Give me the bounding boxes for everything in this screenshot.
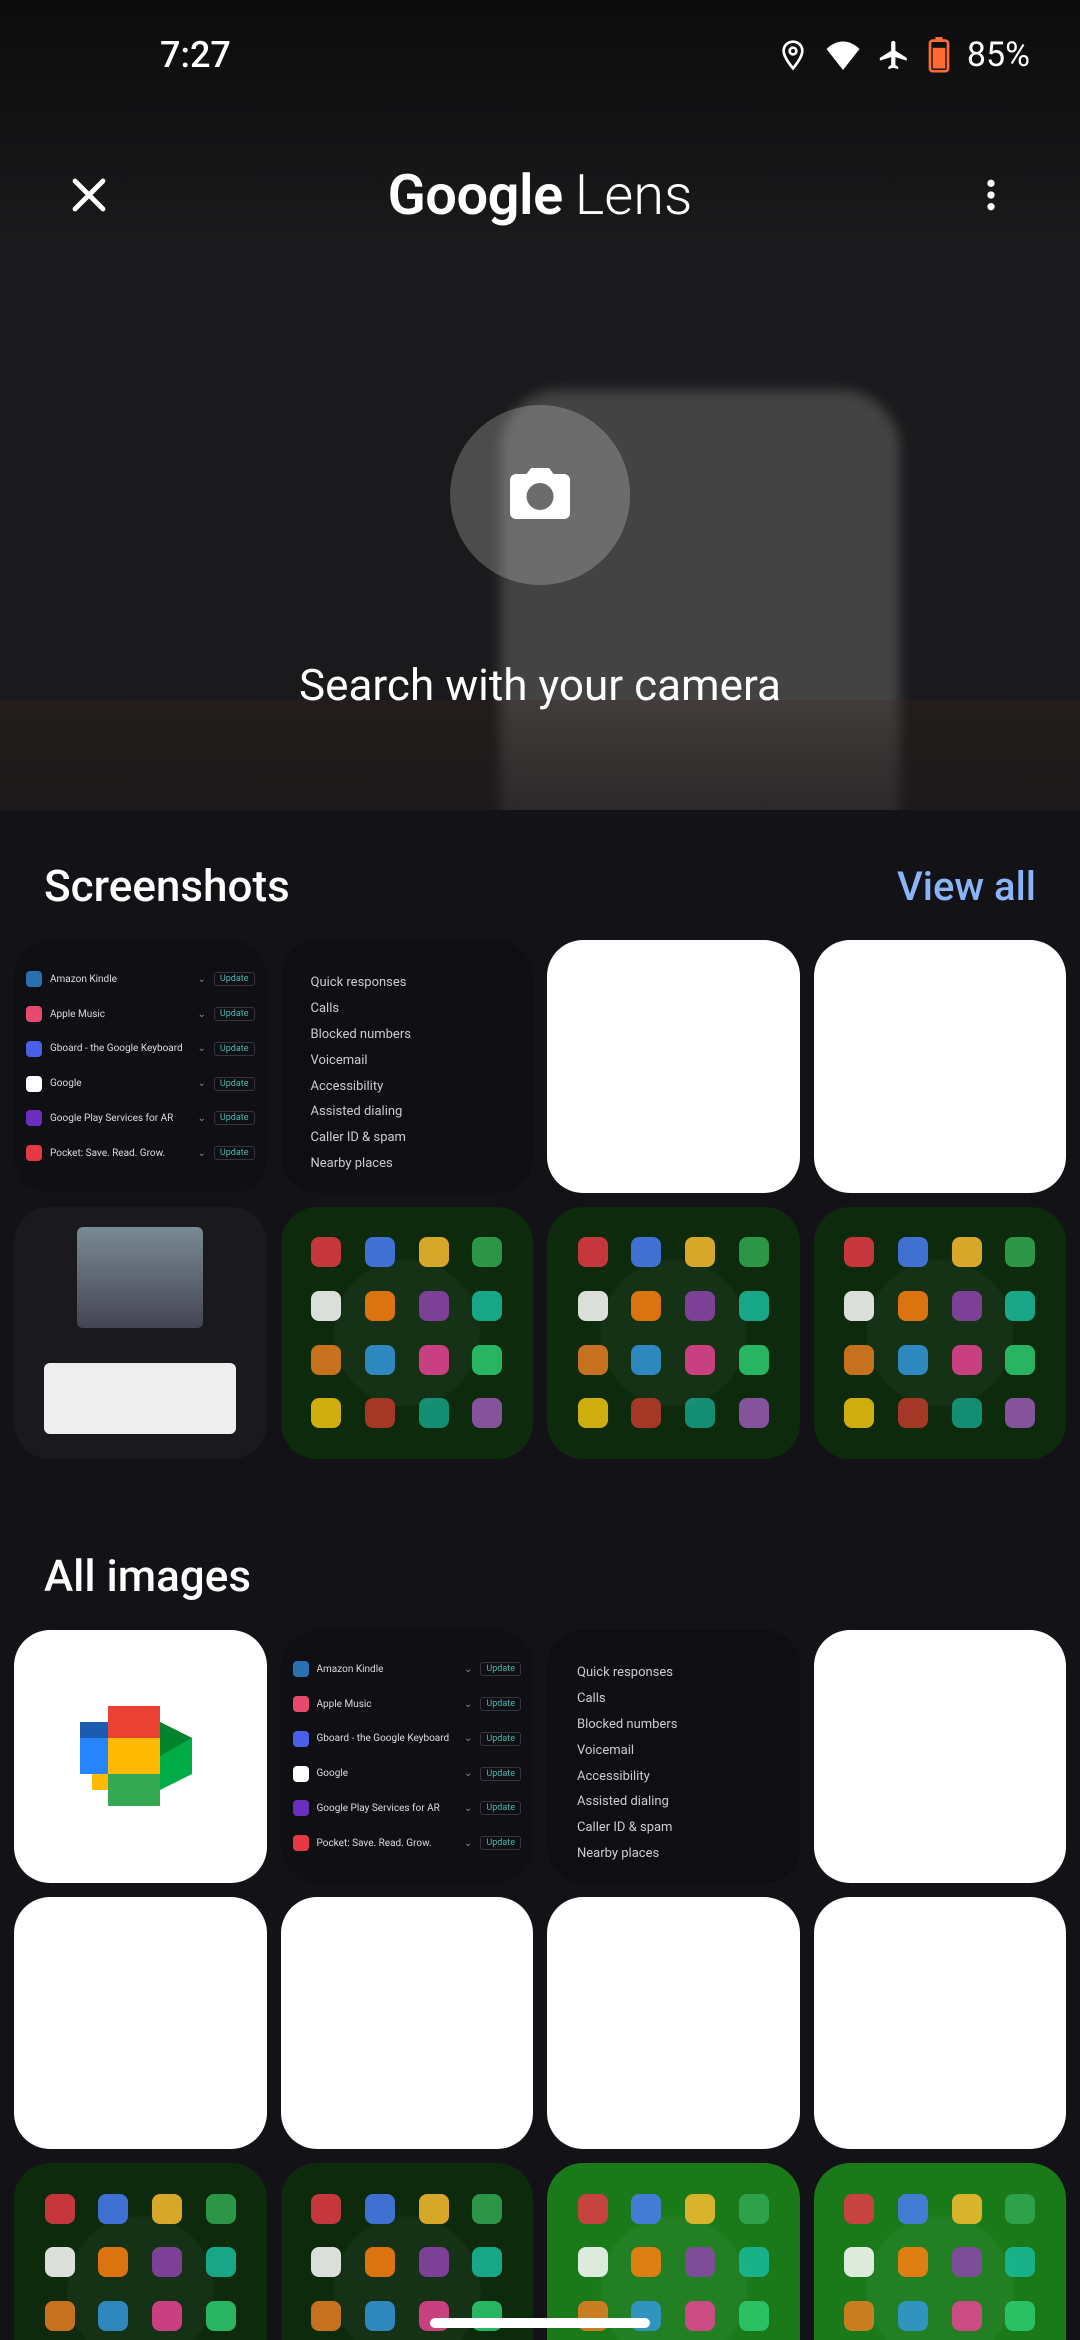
image-thumb[interactable] bbox=[14, 1630, 267, 1883]
battery-percent: 85% bbox=[967, 35, 1030, 75]
status-icons: 85% bbox=[777, 35, 1030, 75]
google-meet-icon bbox=[80, 1706, 200, 1806]
view-all-screenshots[interactable]: View all bbox=[897, 863, 1036, 910]
screenshot-thumb[interactable]: Amazon Kindle⌄UpdateApple Music⌄UpdateGb… bbox=[14, 940, 267, 1193]
status-time: 7:27 bbox=[60, 34, 231, 76]
close-button[interactable] bbox=[53, 159, 125, 231]
status-bar: 7:27 85% bbox=[0, 0, 1080, 110]
overflow-menu-button[interactable] bbox=[955, 159, 1027, 231]
section-title-screenshots: Screenshots bbox=[44, 860, 290, 912]
battery-icon bbox=[927, 37, 951, 73]
location-icon bbox=[777, 39, 809, 71]
image-thumb[interactable] bbox=[14, 1897, 267, 2150]
app-bar: Google Lens bbox=[0, 130, 1080, 260]
airplane-icon bbox=[877, 38, 911, 72]
camera-caption: Search with your camera bbox=[299, 659, 781, 711]
image-thumb[interactable]: Amazon Kindle⌄UpdateApple Music⌄UpdateGb… bbox=[281, 1630, 534, 1883]
more-vert-icon bbox=[971, 175, 1011, 215]
image-thumb[interactable] bbox=[547, 1897, 800, 2150]
section-all-images: All images Amazon Kindle⌄UpdateApple Mus… bbox=[0, 1520, 1080, 2340]
section-screenshots: Screenshots View all Amazon Kindle⌄Updat… bbox=[0, 830, 1080, 1459]
screenshot-thumb[interactable] bbox=[547, 940, 800, 1193]
image-thumb[interactable] bbox=[814, 1630, 1067, 1883]
app-title-google: Google bbox=[388, 162, 563, 228]
screenshot-thumb[interactable]: Quick responsesCallsBlocked numbersVoice… bbox=[281, 940, 534, 1193]
section-title-all: All images bbox=[44, 1550, 251, 1602]
image-thumb[interactable] bbox=[547, 2163, 800, 2340]
image-thumb[interactable] bbox=[14, 2163, 267, 2340]
image-thumb[interactable] bbox=[281, 1897, 534, 2150]
image-thumb[interactable] bbox=[814, 1897, 1067, 2150]
screenshot-thumb[interactable] bbox=[547, 1207, 800, 1460]
screenshot-thumb[interactable] bbox=[281, 1207, 534, 1460]
app-title: Google Lens bbox=[388, 162, 693, 228]
app-title-lens: Lens bbox=[575, 162, 693, 228]
image-thumb[interactable] bbox=[281, 2163, 534, 2340]
camera-icon bbox=[504, 459, 576, 531]
open-camera-button[interactable] bbox=[450, 405, 630, 585]
close-icon bbox=[65, 171, 113, 219]
screenshot-thumb[interactable] bbox=[814, 1207, 1067, 1460]
image-thumb[interactable]: Quick responsesCallsBlocked numbersVoice… bbox=[547, 1630, 800, 1883]
screenshot-thumb[interactable] bbox=[814, 940, 1067, 1193]
nav-handle[interactable] bbox=[430, 2318, 650, 2328]
screenshot-thumb[interactable] bbox=[14, 1207, 267, 1460]
wifi-icon bbox=[825, 40, 861, 70]
camera-action-area: Search with your camera bbox=[299, 405, 781, 711]
image-thumb[interactable] bbox=[814, 2163, 1067, 2340]
